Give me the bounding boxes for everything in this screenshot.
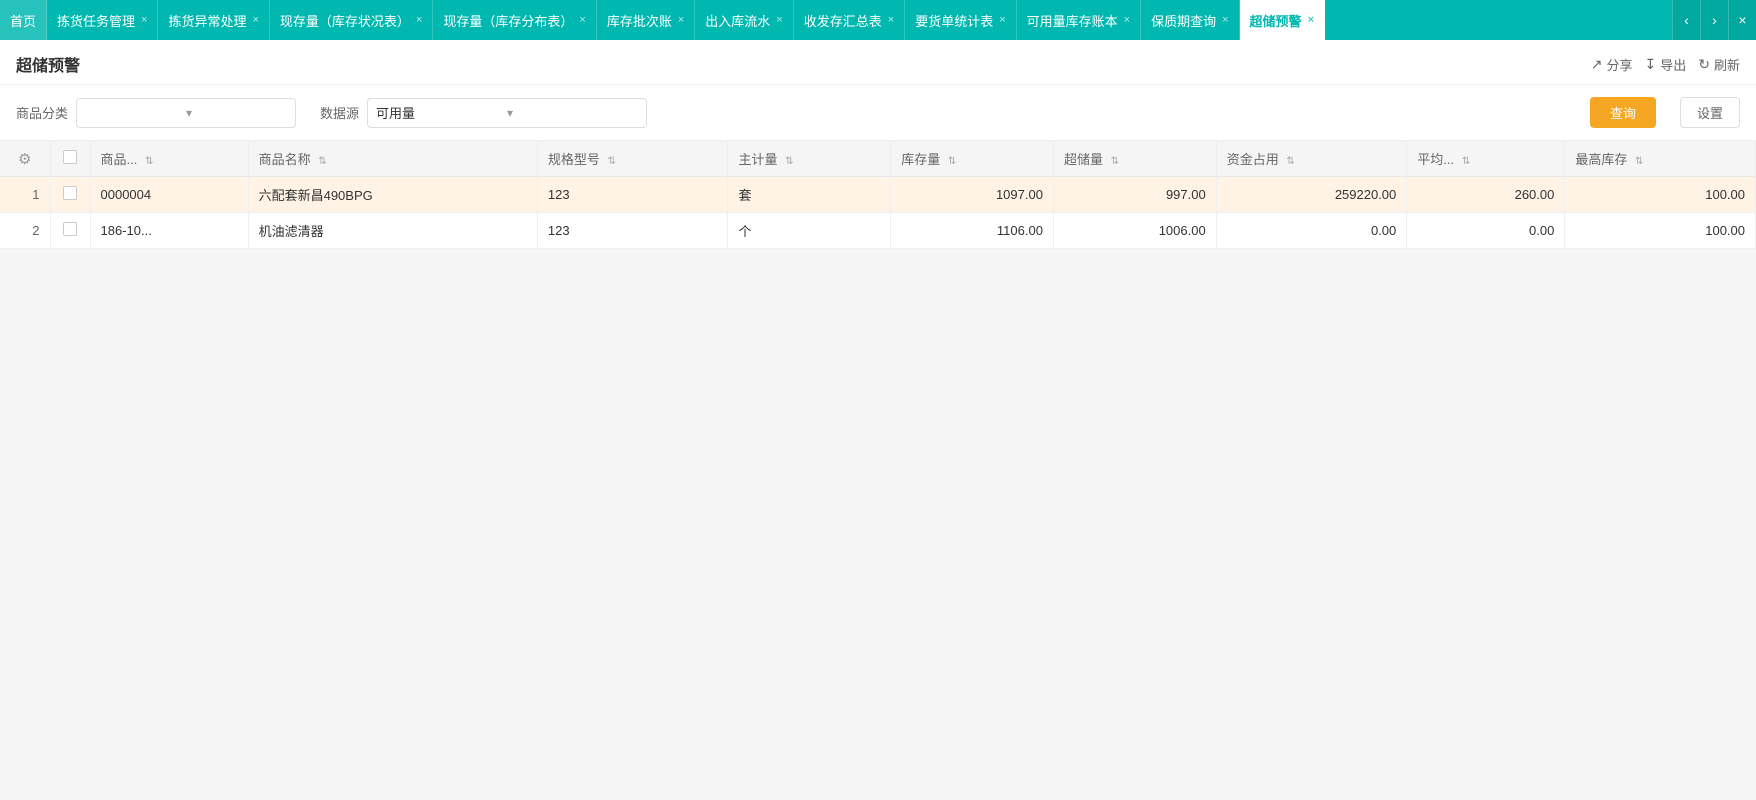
nav-item-summary[interactable]: 收发存汇总表 × bbox=[794, 0, 905, 40]
nav-item-home[interactable]: 首页 bbox=[0, 0, 47, 40]
export-button[interactable]: ↧ 导出 bbox=[1645, 55, 1687, 74]
header-actions: ↗ 分享 ↧ 导出 ↻ 刷新 bbox=[1591, 55, 1740, 74]
row-checkbox-cell bbox=[50, 213, 90, 249]
close-icon[interactable]: × bbox=[416, 14, 422, 26]
row-overstock: 1006.00 bbox=[1053, 213, 1216, 249]
category-filter-group: 商品分类 ▾ bbox=[16, 98, 296, 128]
col-settings-header: ⚙ bbox=[0, 141, 50, 177]
row-index: 1 bbox=[0, 177, 50, 213]
nav-prev-button[interactable]: ‹ bbox=[1672, 0, 1700, 40]
col-stock-header[interactable]: 库存量 ⇅ bbox=[891, 141, 1054, 177]
select-all-checkbox[interactable] bbox=[63, 150, 77, 164]
row-code: 0000004 bbox=[90, 177, 248, 213]
nav-item-inout[interactable]: 出入库流水 × bbox=[695, 0, 793, 40]
row-overstock: 997.00 bbox=[1053, 177, 1216, 213]
row-checkbox-cell bbox=[50, 177, 90, 213]
sort-icon: ⇅ bbox=[785, 156, 793, 167]
close-icon[interactable]: × bbox=[141, 14, 147, 26]
nav-item-available[interactable]: 可用量库存账本 × bbox=[1017, 0, 1141, 40]
close-icon[interactable]: × bbox=[579, 14, 585, 26]
sort-icon: ⇅ bbox=[1462, 156, 1470, 167]
sort-icon: ⇅ bbox=[608, 156, 616, 167]
row-index: 2 bbox=[0, 213, 50, 249]
data-table: ⚙ 商品... ⇅ 商品名称 ⇅ 规格型号 ⇅ 主计量 bbox=[0, 141, 1756, 249]
close-icon[interactable]: × bbox=[1124, 14, 1130, 26]
col-checkbox-header bbox=[50, 141, 90, 177]
close-icon[interactable]: × bbox=[776, 14, 782, 26]
row-capital: 0.00 bbox=[1216, 213, 1407, 249]
row-name: 六配套新昌490BPG bbox=[248, 177, 537, 213]
col-avg-header[interactable]: 平均... ⇅ bbox=[1407, 141, 1565, 177]
nav-item-overstock[interactable]: 超储预警 × bbox=[1240, 0, 1325, 40]
nav-bar: 首页 拣货任务管理 × 拣货异常处理 × 现存量（库存状况表） × 现存量（库存… bbox=[0, 0, 1756, 40]
row-code: 186-10... bbox=[90, 213, 248, 249]
datasource-label: 数据源 bbox=[320, 103, 359, 122]
col-maxstock-header[interactable]: 最高库存 ⇅ bbox=[1565, 141, 1756, 177]
close-icon[interactable]: × bbox=[999, 14, 1005, 26]
close-icon[interactable]: × bbox=[252, 14, 258, 26]
nav-arrows: ‹ › × bbox=[1672, 0, 1756, 40]
refresh-button[interactable]: ↻ 刷新 bbox=[1698, 55, 1740, 74]
nav-close-button[interactable]: × bbox=[1728, 0, 1756, 40]
settings-button[interactable]: 设置 bbox=[1680, 97, 1740, 128]
nav-item-task-mgmt[interactable]: 拣货任务管理 × bbox=[47, 0, 158, 40]
row-capital: 259220.00 bbox=[1216, 177, 1407, 213]
row-spec: 123 bbox=[537, 213, 728, 249]
category-label: 商品分类 bbox=[16, 103, 68, 122]
table-row: 1 0000004 六配套新昌490BPG 123 套 1097.00 997.… bbox=[0, 177, 1756, 213]
close-icon[interactable]: × bbox=[678, 14, 684, 26]
col-name-header[interactable]: 商品名称 ⇅ bbox=[248, 141, 537, 177]
sort-icon: ⇅ bbox=[1286, 156, 1294, 167]
share-button[interactable]: ↗ 分享 bbox=[1591, 55, 1633, 74]
nav-item-order-stat[interactable]: 要货单统计表 × bbox=[905, 0, 1016, 40]
export-icon: ↧ bbox=[1645, 56, 1657, 73]
row-unit: 套 bbox=[728, 177, 891, 213]
col-code-header[interactable]: 商品... ⇅ bbox=[90, 141, 248, 177]
nav-item-stock-dist[interactable]: 现存量（库存分布表） × bbox=[433, 0, 596, 40]
gear-icon[interactable]: ⚙ bbox=[18, 151, 31, 168]
close-icon[interactable]: × bbox=[1222, 14, 1228, 26]
nav-item-stock-status[interactable]: 现存量（库存状况表） × bbox=[270, 0, 433, 40]
share-icon: ↗ bbox=[1591, 56, 1603, 73]
page-header: 超储预警 ↗ 分享 ↧ 导出 ↻ 刷新 bbox=[0, 40, 1756, 85]
close-icon[interactable]: × bbox=[888, 14, 894, 26]
col-spec-header[interactable]: 规格型号 ⇅ bbox=[537, 141, 728, 177]
close-icon[interactable]: × bbox=[1308, 14, 1314, 26]
row-spec: 123 bbox=[537, 177, 728, 213]
row-checkbox[interactable] bbox=[63, 222, 77, 236]
category-select[interactable]: ▾ bbox=[76, 98, 296, 128]
row-maxstock: 100.00 bbox=[1565, 177, 1756, 213]
row-stock: 1097.00 bbox=[891, 177, 1054, 213]
page-title: 超储预警 bbox=[16, 52, 80, 76]
table-container: ⚙ 商品... ⇅ 商品名称 ⇅ 规格型号 ⇅ 主计量 bbox=[0, 141, 1756, 249]
table-row: 2 186-10... 机油滤清器 123 个 1106.00 1006.00 … bbox=[0, 213, 1756, 249]
sort-icon: ⇅ bbox=[1635, 156, 1643, 167]
sort-icon: ⇅ bbox=[318, 156, 326, 167]
col-overstock-header[interactable]: 超储量 ⇅ bbox=[1053, 141, 1216, 177]
nav-item-exception[interactable]: 拣货异常处理 × bbox=[158, 0, 269, 40]
row-unit: 个 bbox=[728, 213, 891, 249]
row-avg: 260.00 bbox=[1407, 177, 1565, 213]
nav-item-expiry[interactable]: 保质期查询 × bbox=[1141, 0, 1239, 40]
table-header-row: ⚙ 商品... ⇅ 商品名称 ⇅ 规格型号 ⇅ 主计量 bbox=[0, 141, 1756, 177]
row-checkbox[interactable] bbox=[63, 186, 77, 200]
nav-item-batch[interactable]: 库存批次账 × bbox=[597, 0, 695, 40]
col-unit-header[interactable]: 主计量 ⇅ bbox=[728, 141, 891, 177]
chevron-down-icon: ▾ bbox=[507, 106, 638, 120]
sort-icon: ⇅ bbox=[948, 156, 956, 167]
refresh-icon: ↻ bbox=[1698, 56, 1710, 73]
chevron-down-icon: ▾ bbox=[186, 106, 287, 120]
row-name: 机油滤清器 bbox=[248, 213, 537, 249]
row-maxstock: 100.00 bbox=[1565, 213, 1756, 249]
datasource-select[interactable]: 可用量 ▾ bbox=[367, 98, 647, 128]
datasource-filter-group: 数据源 可用量 ▾ bbox=[320, 98, 647, 128]
sort-icon: ⇅ bbox=[1111, 156, 1119, 167]
col-capital-header[interactable]: 资金占用 ⇅ bbox=[1216, 141, 1407, 177]
row-avg: 0.00 bbox=[1407, 213, 1565, 249]
sort-icon: ⇅ bbox=[145, 156, 153, 167]
query-button[interactable]: 查询 bbox=[1590, 97, 1656, 128]
row-stock: 1106.00 bbox=[891, 213, 1054, 249]
filter-area: 商品分类 ▾ 数据源 可用量 ▾ 查询 设置 bbox=[0, 85, 1756, 141]
nav-next-button[interactable]: › bbox=[1700, 0, 1728, 40]
